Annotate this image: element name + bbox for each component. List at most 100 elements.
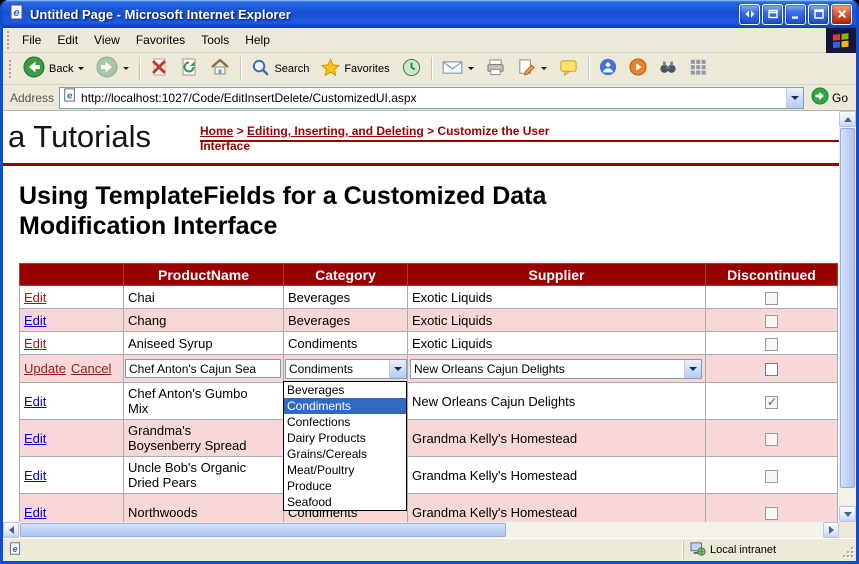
menu-view[interactable]: View <box>86 29 128 51</box>
scroll-up-button[interactable] <box>839 111 856 127</box>
supplier-select[interactable]: New Orleans Cajun Delights <box>410 359 702 379</box>
discontinued-checkbox <box>765 470 778 483</box>
dropdown-option[interactable]: Confections <box>284 414 406 430</box>
edit-link[interactable]: Edit <box>24 313 46 328</box>
discontinued-checkbox[interactable] <box>765 363 778 376</box>
history-button[interactable] <box>397 56 426 82</box>
dropdown-option[interactable]: Seafood <box>284 494 406 510</box>
menu-tools[interactable]: Tools <box>193 29 237 51</box>
edit-link[interactable]: Edit <box>24 336 46 351</box>
cascade-windows-button[interactable] <box>762 4 783 25</box>
standard-toolbar: Back Search Favorites <box>3 53 856 85</box>
table-row: Edit Chai Beverages Exotic Liquids <box>20 286 838 309</box>
select-dropdown-button[interactable] <box>389 360 406 378</box>
toolbar-separator <box>240 57 241 80</box>
mail-icon <box>442 60 463 78</box>
history-icon <box>402 58 421 80</box>
table-row: Edit Chang Beverages Exotic Liquids <box>20 309 838 332</box>
horizontal-scroll-track[interactable] <box>19 522 823 538</box>
edit-page-button[interactable] <box>512 56 552 82</box>
menu-edit[interactable]: Edit <box>49 29 86 51</box>
col-header-discontinued: Discontinued <box>706 264 838 286</box>
page-title: Using TemplateFields for a Customized Da… <box>19 181 589 241</box>
site-title: a Tutorials <box>8 119 151 155</box>
page-icon: e <box>63 88 77 107</box>
toolbar-grip[interactable] <box>7 31 10 49</box>
maximize-button[interactable] <box>808 4 829 25</box>
select-dropdown-button[interactable] <box>684 360 701 378</box>
horizontal-scroll-thumb[interactable] <box>20 523 506 537</box>
breadcrumb-home-link[interactable]: Home <box>200 124 233 138</box>
favorites-star-icon <box>321 58 340 80</box>
edit-link[interactable]: Edit <box>24 505 46 520</box>
toolbar-separator <box>139 57 140 80</box>
edit-link[interactable]: Edit <box>24 431 46 446</box>
messenger-button[interactable] <box>594 56 622 81</box>
scroll-down-button[interactable] <box>839 506 856 522</box>
menu-file[interactable]: File <box>14 29 49 51</box>
breadcrumb-section-link[interactable]: Editing, Inserting, and Deleting <box>247 124 424 138</box>
back-button[interactable]: Back <box>18 54 89 83</box>
table-row: Edit Uncle Bob's Organic Dried Pears Gra… <box>20 457 838 494</box>
supplier-cell: Exotic Liquids <box>408 286 706 309</box>
dropdown-option-selected[interactable]: Condiments <box>284 398 406 414</box>
tile-windows-button[interactable] <box>739 4 760 25</box>
minimize-button[interactable] <box>785 4 806 25</box>
favorites-button[interactable]: Favorites <box>316 56 394 82</box>
category-dropdown-list: Beverages Condiments Confections Dairy P… <box>283 381 407 511</box>
search-button[interactable]: Search <box>246 56 314 82</box>
product-cell: Chef Anton's Gumbo Mix <box>124 383 284 420</box>
cancel-link[interactable]: Cancel <box>71 361 111 376</box>
scrollbar-corner <box>839 522 856 538</box>
status-bar: e Local intranet <box>3 538 856 561</box>
toolbar-grip-2[interactable] <box>9 60 12 78</box>
research-button[interactable] <box>654 56 682 81</box>
edit-link[interactable]: Edit <box>24 394 46 409</box>
product-name-input[interactable] <box>125 359 281 378</box>
dropdown-option[interactable]: Beverages <box>284 382 406 398</box>
home-icon <box>210 57 230 80</box>
go-button[interactable]: Go <box>809 87 852 108</box>
refresh-button[interactable] <box>175 56 203 81</box>
close-button[interactable] <box>831 4 852 25</box>
address-label: Address <box>10 91 54 105</box>
discuss-icon <box>559 58 578 80</box>
supplier-cell: Grandma Kelly's Homestead <box>408 457 706 494</box>
menu-favorites[interactable]: Favorites <box>128 29 193 51</box>
status-pane-main: e <box>7 541 681 559</box>
address-dropdown-button[interactable] <box>786 88 803 108</box>
address-url[interactable]: http://localhost:1027/Code/EditInsertDel… <box>81 91 782 105</box>
resize-grip[interactable] <box>840 542 854 558</box>
dropdown-option[interactable]: Produce <box>284 478 406 494</box>
print-button[interactable] <box>481 57 510 81</box>
media-button[interactable] <box>624 56 652 81</box>
vertical-scroll-track[interactable] <box>839 127 856 506</box>
quick-launch-button[interactable] <box>684 56 712 81</box>
stop-button[interactable] <box>145 56 173 81</box>
header-row: ProductName Category Supplier Discontinu… <box>20 264 838 286</box>
category-select[interactable]: Condiments <box>285 359 407 379</box>
supplier-cell: Exotic Liquids <box>408 332 706 355</box>
windows-logo <box>826 28 856 53</box>
update-link[interactable]: Update <box>24 361 66 376</box>
dropdown-option[interactable]: Dairy Products <box>284 430 406 446</box>
address-input[interactable]: e http://localhost:1027/Code/EditInsertD… <box>59 87 804 109</box>
edit-link[interactable]: Edit <box>24 290 46 305</box>
dropdown-option[interactable]: Meat/Poultry <box>284 462 406 478</box>
col-header-supplier: Supplier <box>408 264 706 286</box>
col-header-product: ProductName <box>124 264 284 286</box>
table-row: Edit Northwoods Condiments Grandma Kelly… <box>20 494 838 523</box>
mail-button[interactable] <box>437 58 479 80</box>
breadcrumb: Home > Editing, Inserting, and Deleting … <box>200 124 568 154</box>
supplier-cell: New Orleans Cajun Delights <box>408 383 706 420</box>
home-button[interactable] <box>205 55 235 82</box>
vertical-scroll-thumb[interactable] <box>840 128 855 488</box>
forward-button[interactable] <box>91 54 134 83</box>
discuss-button[interactable] <box>554 56 583 82</box>
scroll-right-button[interactable] <box>823 522 839 538</box>
dropdown-option[interactable]: Grains/Cereals <box>284 446 406 462</box>
discontinued-checkbox <box>765 315 778 328</box>
scroll-left-button[interactable] <box>3 522 19 538</box>
edit-link[interactable]: Edit <box>24 468 46 483</box>
menu-help[interactable]: Help <box>237 29 278 51</box>
